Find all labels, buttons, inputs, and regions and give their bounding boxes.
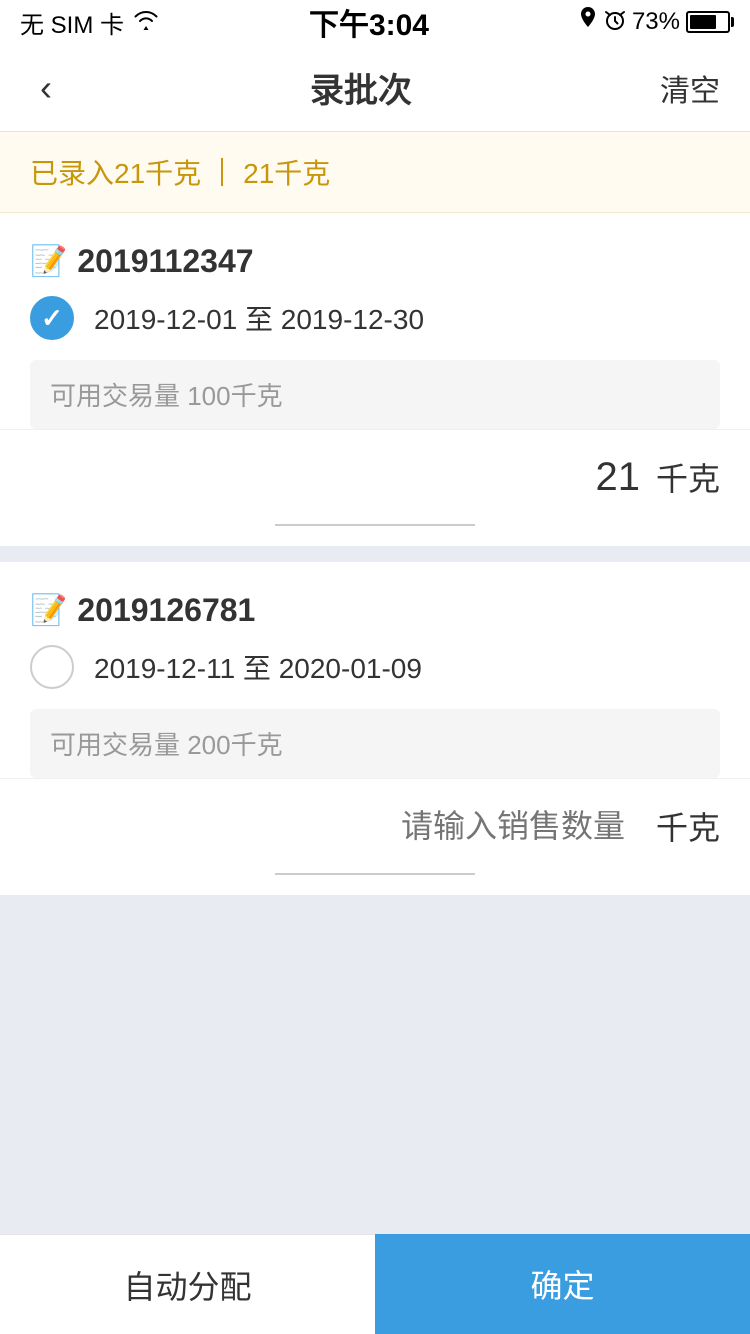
batch-2-header: 📝 2019126781 <box>30 592 720 629</box>
recorded-label: 已录入21千克 <box>30 152 201 192</box>
batch-1-amount-unit: 千克 <box>656 454 720 500</box>
status-left: 无 SIM 卡 <box>20 5 160 40</box>
bottom-buttons: 自动分配 确定 <box>0 1234 750 1334</box>
batch-2-icon: 📝 <box>30 593 67 628</box>
batch-2-input-row: 千克 <box>0 778 750 873</box>
batch-2-available: 可用交易量 200千克 <box>30 709 720 778</box>
batch-2-radio[interactable] <box>30 645 74 689</box>
batch-card-1: 📝 2019112347 2019-12-01 至 2019-12-30 可用交… <box>0 213 750 429</box>
batch-2-unit: 千克 <box>656 803 720 849</box>
batch-1-header: 📝 2019112347 <box>30 243 720 280</box>
location-icon <box>578 7 598 38</box>
section-divider <box>0 546 750 562</box>
battery-icon <box>686 11 730 33</box>
batch-1-date: 2019-12-01 至 2019-12-30 <box>94 298 424 338</box>
alarm-icon <box>604 7 626 38</box>
batch-1-icon: 📝 <box>30 244 67 279</box>
batch-1-available: 可用交易量 100千克 <box>30 360 720 429</box>
summary-divider <box>221 158 223 186</box>
no-sim-text: 无 SIM 卡 <box>20 5 124 40</box>
back-button[interactable]: ‹ <box>30 57 62 119</box>
auto-distribute-button[interactable]: 自动分配 <box>0 1234 375 1334</box>
batch-1-id: 2019112347 <box>77 243 253 280</box>
status-bar: 无 SIM 卡 下午3:04 73% <box>0 0 750 44</box>
summary-amount: 21千克 <box>243 152 330 192</box>
batch-1-available-text: 可用交易量 100千克 <box>50 381 283 411</box>
batch-1-radio[interactable] <box>30 296 74 340</box>
nav-bar: ‹ 录批次 清空 <box>0 44 750 132</box>
battery-percentage: 73% <box>632 8 680 36</box>
wifi-icon <box>132 8 160 37</box>
page-title: 录批次 <box>310 63 412 112</box>
status-time: 下午3:04 <box>309 0 429 44</box>
batch-2-date: 2019-12-11 至 2020-01-09 <box>94 647 422 687</box>
batch-1-amount-value: 21 <box>595 455 640 500</box>
quantity-input[interactable] <box>340 808 640 845</box>
batch-2-separator <box>275 873 475 875</box>
batch-1-date-row: 2019-12-01 至 2019-12-30 <box>30 296 720 340</box>
batch-1-amount-row: 21 千克 <box>0 429 750 524</box>
batch-2-id: 2019126781 <box>77 592 255 629</box>
status-right: 73% <box>578 7 730 38</box>
batch-1-separator <box>275 524 475 526</box>
batch-card-2: 📝 2019126781 2019-12-11 至 2020-01-09 可用交… <box>0 562 750 778</box>
summary-bar: 已录入21千克 21千克 <box>0 132 750 213</box>
batch-2-available-text: 可用交易量 200千克 <box>50 730 283 760</box>
confirm-button[interactable]: 确定 <box>375 1234 750 1334</box>
batch-2-date-row: 2019-12-11 至 2020-01-09 <box>30 645 720 689</box>
clear-button[interactable]: 清空 <box>660 66 720 110</box>
